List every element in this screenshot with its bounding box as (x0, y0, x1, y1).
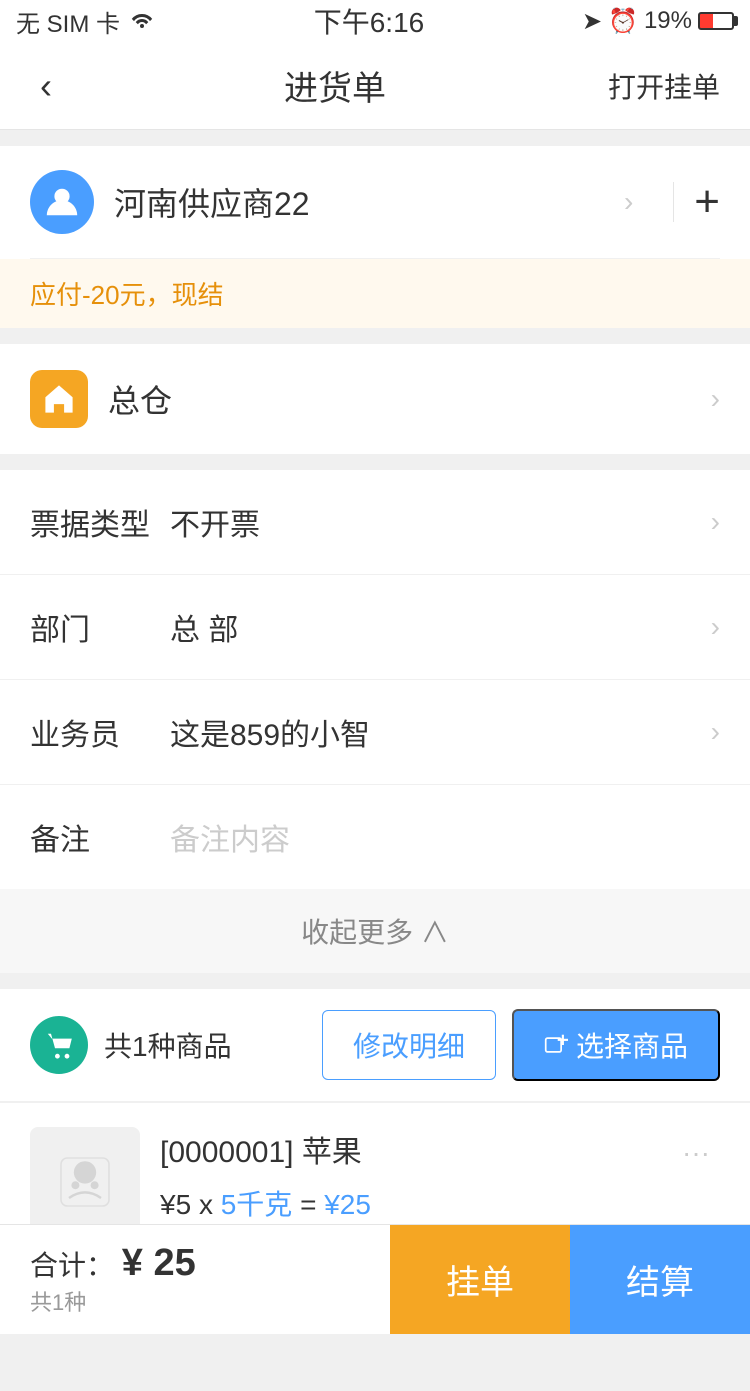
section-gap-3 (0, 454, 750, 470)
dept-label: 部门 (30, 605, 170, 649)
nav-bar: ‹ 进货单 打开挂单 (0, 42, 750, 130)
warehouse-row[interactable]: 总仓 › (0, 344, 750, 454)
products-count-label: 共1种商品 (104, 1025, 306, 1065)
battery-icon (698, 12, 734, 30)
remark-placeholder: 备注内容 (170, 815, 720, 859)
warehouse-chevron-icon: › (711, 383, 720, 415)
section-gap-4 (0, 973, 750, 989)
section-gap-1 (0, 130, 750, 146)
ticket-type-value: 不开票 (170, 500, 711, 544)
hang-button[interactable]: 挂单 (390, 1225, 570, 1334)
total-count: 共1种 (30, 1285, 360, 1317)
select-product-button[interactable]: 选择商品 (512, 1009, 720, 1081)
notice-bar: 应付-20元，现结 (0, 259, 750, 328)
ticket-type-row[interactable]: 票据类型 不开票 › (0, 470, 750, 575)
products-icon-wrap (30, 1016, 88, 1074)
dept-row[interactable]: 部门 总 部 › (0, 575, 750, 680)
status-bar: 无 SIM 卡 下午6:16 ➤ ⏰ 19% (0, 0, 750, 42)
remark-label: 备注 (30, 815, 170, 859)
supplier-avatar (30, 170, 94, 234)
ticket-type-label: 票据类型 (30, 500, 170, 544)
sales-label: 业务员 (30, 710, 170, 754)
sales-chevron-icon: › (711, 716, 720, 748)
collapse-button[interactable]: 收起更多 ∧ (0, 889, 750, 973)
bottom-bar: 合计： ¥ 25 共1种 挂单 结算 (0, 1224, 750, 1334)
total-line1: 合计： ¥ 25 (30, 1242, 360, 1285)
status-right: ➤ ⏰ 19% (582, 7, 734, 36)
wifi-icon (128, 7, 156, 35)
location-icon: ➤ (582, 7, 602, 36)
product-unit-price: ¥5 (160, 1189, 191, 1220)
dept-value: 总 部 (170, 605, 711, 649)
product-multiply: x (199, 1189, 221, 1220)
warehouse-name: 总仓 (108, 376, 711, 422)
product-code: [0000001] (160, 1136, 293, 1169)
person-icon (43, 183, 81, 221)
remark-row[interactable]: 备注 备注内容 (0, 785, 750, 889)
product-price-row: ¥5 x 5千克 = ¥25 (160, 1183, 652, 1223)
select-product-label: 选择商品 (576, 1025, 688, 1065)
ticket-type-chevron-icon: › (711, 506, 720, 538)
supplier-chevron-icon: › (624, 186, 633, 218)
products-header: 共1种商品 修改明细 选择商品 (0, 989, 750, 1101)
product-qty: 5千克 (221, 1189, 293, 1220)
sales-value: 这是859的小智 (170, 710, 711, 754)
back-button[interactable]: ‹ (30, 55, 62, 117)
open-hang-button[interactable]: 打开挂单 (608, 66, 720, 106)
sales-row[interactable]: 业务员 这是859的小智 › (0, 680, 750, 785)
total-label: 合计： (30, 1250, 114, 1281)
status-left: 无 SIM 卡 (16, 4, 156, 39)
cart-icon (43, 1029, 75, 1061)
product-total: ¥25 (324, 1189, 371, 1220)
total-amount: ¥ 25 (122, 1242, 196, 1284)
product-thumbnail (30, 1127, 140, 1237)
battery-percent: 19% (644, 7, 692, 35)
status-time: 下午6:16 (314, 1, 425, 41)
page-title: 进货单 (284, 61, 386, 110)
product-info: [0000001] 苹果 ¥5 x 5千克 = ¥25 (160, 1127, 652, 1223)
product-more-button[interactable]: ··· (672, 1127, 720, 1179)
supplier-section: 河南供应商22 › + (0, 146, 750, 259)
carrier-label: 无 SIM 卡 (16, 4, 120, 39)
product-name: [0000001] 苹果 (160, 1127, 652, 1171)
dept-chevron-icon: › (711, 611, 720, 643)
home-icon (42, 382, 76, 416)
add-supplier-button[interactable]: + (694, 180, 720, 224)
section-gap-2 (0, 328, 750, 344)
supplier-row[interactable]: 河南供应商22 › + (30, 146, 720, 259)
total-section: 合计： ¥ 25 共1种 (0, 1225, 390, 1334)
modify-detail-button[interactable]: 修改明细 (322, 1010, 496, 1080)
product-equals: = (300, 1189, 324, 1220)
supplier-name: 河南供应商22 (114, 179, 624, 225)
product-title: 苹果 (302, 1136, 362, 1169)
warehouse-icon-wrap (30, 370, 88, 428)
product-placeholder-icon (53, 1150, 117, 1214)
alarm-icon: ⏰ (608, 7, 638, 36)
form-section: 票据类型 不开票 › 部门 总 部 › 业务员 这是859的小智 › 备注 备注… (0, 470, 750, 889)
select-product-icon (544, 1033, 568, 1057)
vertical-divider (673, 182, 674, 222)
checkout-button[interactable]: 结算 (570, 1225, 750, 1334)
